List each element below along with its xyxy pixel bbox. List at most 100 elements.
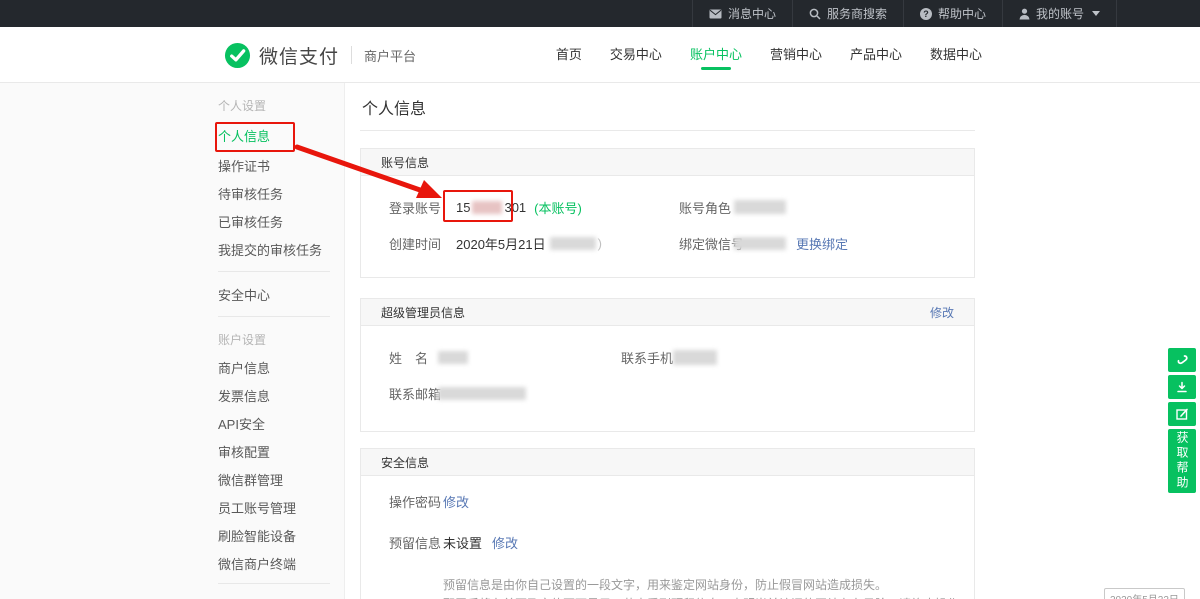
get-help-label: 获取帮助	[1168, 431, 1196, 491]
title-divider	[360, 130, 975, 131]
account-info-section: 账号信息 登录账号 15 301 (本账号) 账号角色	[360, 148, 975, 278]
message-center-button[interactable]: 消息中心	[692, 0, 793, 27]
help-center-button[interactable]: ? 帮助中心	[904, 0, 1003, 27]
sidebar-item-my-submitted-tasks[interactable]: 我提交的审核任务	[218, 235, 330, 263]
brand-title: 微信支付	[259, 42, 339, 69]
created-time-value: 2020年5月21日 )	[456, 234, 602, 253]
page-title: 个人信息	[362, 95, 426, 119]
account-row-1: 登录账号 15 301 (本账号) 账号角色	[361, 189, 974, 225]
download-button[interactable]	[1168, 375, 1196, 399]
redacted-wechat-id	[734, 237, 786, 250]
account-row-2: 创建时间 2020年5月21日 ) 绑定微信号 更换绑定	[361, 225, 974, 261]
admin-phone-label: 联系手机	[621, 348, 673, 367]
security-row-reserved: 预留信息 未设置 修改	[361, 524, 974, 560]
feedback-button[interactable]	[1168, 402, 1196, 426]
question-icon: ?	[920, 8, 932, 20]
nav-account-center[interactable]: 账户中心	[690, 27, 742, 83]
sidebar-item-merchant-info[interactable]: 商户信息	[218, 353, 330, 381]
help-center-label: 帮助中心	[938, 5, 986, 22]
current-account-tag: (本账号)	[534, 198, 582, 217]
security-info-header: 安全信息	[361, 449, 974, 476]
account-role-label: 账号角色	[679, 198, 734, 217]
sidebar-item-face-smart-device[interactable]: 刷脸智能设备	[218, 521, 330, 549]
reserved-info-edit-link[interactable]: 修改	[492, 533, 518, 552]
super-admin-section: 超级管理员信息 修改 姓 名 联系手机 联系邮箱	[360, 298, 975, 432]
sidebar-item-pending-review-tasks[interactable]: 待审核任务	[218, 179, 330, 207]
service-provider-search-label: 服务商搜索	[827, 5, 887, 22]
login-account-label: 登录账号	[389, 198, 456, 217]
bound-wechat-label: 绑定微信号	[679, 234, 734, 253]
sidebar-item-wechat-merchant-terminal[interactable]: 微信商户终端	[218, 549, 330, 577]
login-account-field: 登录账号 15 301 (本账号)	[389, 198, 679, 217]
topbar-items: 消息中心 服务商搜索 ? 帮助中心 我的账号	[692, 0, 1117, 27]
redacted-admin-email	[438, 387, 526, 400]
super-admin-header: 超级管理员信息 修改	[361, 299, 974, 326]
login-account-prefix: 15	[456, 200, 470, 215]
nav-home[interactable]: 首页	[556, 27, 582, 83]
operation-password-label: 操作密码	[389, 492, 443, 511]
sidebar-item-security-center[interactable]: 安全中心	[218, 280, 330, 308]
mail-icon	[709, 9, 722, 19]
sidebar: 个人设置 个人信息 操作证书 待审核任务 已审核任务 我提交的审核任务 安全中心…	[0, 83, 345, 599]
created-date-text: 2020年5月21日	[456, 234, 546, 253]
search-icon	[809, 8, 821, 20]
get-help-button[interactable]: 获取帮助	[1168, 429, 1196, 493]
admin-row-2: 联系邮箱	[361, 375, 974, 411]
caret-down-icon	[1092, 11, 1100, 16]
nav-marketing-center[interactable]: 营销中心	[770, 27, 822, 83]
wechat-pay-merchant-page: 消息中心 服务商搜索 ? 帮助中心 我的账号 微信支付	[0, 0, 1200, 599]
date-tooltip: 2020年5月22日	[1104, 588, 1185, 599]
redacted-created-time	[550, 237, 596, 250]
service-provider-search-button[interactable]: 服务商搜索	[793, 0, 904, 27]
my-account-menu[interactable]: 我的账号	[1003, 0, 1117, 27]
super-admin-edit-link[interactable]: 修改	[930, 304, 954, 321]
account-role-field: 账号角色	[679, 198, 786, 217]
topbar: 消息中心 服务商搜索 ? 帮助中心 我的账号	[0, 0, 1200, 27]
sidebar-item-wechat-group-management[interactable]: 微信群管理	[218, 465, 330, 493]
redacted-admin-phone	[673, 350, 717, 365]
sidebar-divider	[218, 583, 330, 584]
login-account-value: 15 301	[456, 200, 526, 215]
sidebar-divider	[218, 271, 330, 272]
header: 微信支付 商户平台 首页 交易中心 账户中心 营销中心 产品中心 数据中心	[0, 27, 1200, 83]
main-nav: 首页 交易中心 账户中心 营销中心 产品中心 数据中心	[556, 27, 982, 83]
main-content: 个人信息 账号信息 登录账号 15 301 (本账号) 账号角色	[360, 83, 975, 599]
reserved-info-label: 预留信息	[389, 533, 443, 552]
nav-data-center[interactable]: 数据中心	[930, 27, 982, 83]
sidebar-list: 个人设置 个人信息 操作证书 待审核任务 已审核任务 我提交的审核任务 安全中心…	[218, 91, 330, 592]
sidebar-item-operation-certificate[interactable]: 操作证书	[218, 151, 330, 179]
created-paren: )	[598, 236, 602, 251]
redacted-admin-name	[438, 351, 468, 364]
reserved-info-description: 预留信息是由你自己设置的一段文字，用来鉴定网站身份，防止假冒网站造成损失。 配置…	[443, 576, 974, 599]
reserved-desc-line-2: 配置后将在首页及充值页面显示。若未看到预留信息，表明当前访问的网站存在风险，请终…	[443, 595, 974, 599]
redacted-login-digits	[472, 201, 502, 214]
admin-phone-field: 联系手机	[621, 348, 717, 367]
sidebar-header-account-settings: 账户设置	[218, 325, 330, 353]
nav-product-center[interactable]: 产品中心	[850, 27, 902, 83]
security-info-section: 安全信息 操作密码 修改 预留信息 未设置 修改 预留信息是由你自己设置的一段文…	[360, 448, 975, 599]
brand-area[interactable]: 微信支付 商户平台	[224, 27, 416, 83]
sidebar-divider	[218, 316, 330, 317]
nav-transaction-center[interactable]: 交易中心	[610, 27, 662, 83]
created-time-label: 创建时间	[389, 234, 456, 253]
wechat-pay-logo-icon	[224, 42, 251, 69]
redacted-account-role	[734, 200, 786, 214]
admin-email-label: 联系邮箱	[389, 384, 438, 403]
account-info-title: 账号信息	[381, 154, 429, 171]
floating-help-panel: 获取帮助	[1168, 348, 1196, 493]
sidebar-item-review-config[interactable]: 审核配置	[218, 437, 330, 465]
sidebar-item-invoice-info[interactable]: 发票信息	[218, 381, 330, 409]
sidebar-item-staff-account-management[interactable]: 员工账号管理	[218, 493, 330, 521]
admin-name-field: 姓 名	[389, 348, 621, 367]
admin-email-field: 联系邮箱	[389, 384, 621, 403]
operation-password-edit-link[interactable]: 修改	[443, 492, 469, 511]
link-icon	[1175, 353, 1189, 368]
bound-wechat-field: 绑定微信号 更换绑定	[679, 234, 848, 253]
security-row-password: 操作密码 修改	[361, 483, 974, 519]
security-info-title: 安全信息	[381, 454, 429, 471]
sidebar-item-personal-info[interactable]: 个人信息	[218, 119, 330, 151]
sidebar-item-reviewed-tasks[interactable]: 已审核任务	[218, 207, 330, 235]
sidebar-item-api-security[interactable]: API安全	[218, 409, 330, 437]
rebind-wechat-link[interactable]: 更换绑定	[796, 234, 848, 253]
quick-link-button[interactable]	[1168, 348, 1196, 372]
